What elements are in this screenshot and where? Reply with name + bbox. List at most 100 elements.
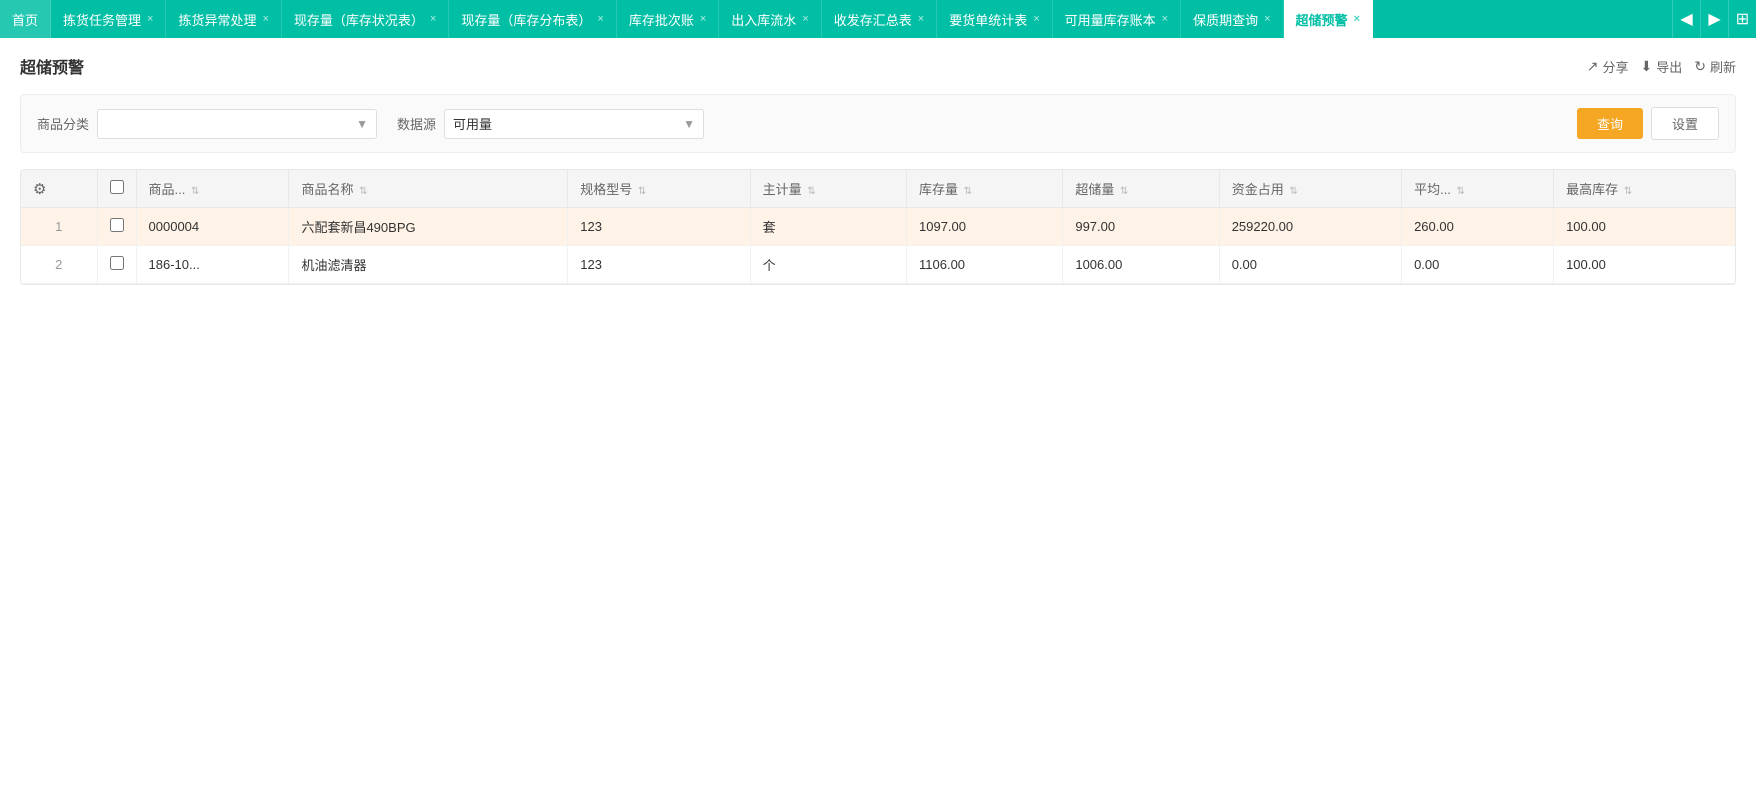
column-overstock[interactable]: 超储量 ⇅ [1063, 170, 1219, 208]
nav-home[interactable]: 首页 [0, 0, 51, 38]
close-icon[interactable]: × [700, 13, 706, 25]
page-header: 超储预警 ↗ 分享 ⬇ 导出 ↻ 刷新 [20, 54, 1736, 78]
sort-icon: ⇅ [964, 186, 972, 197]
nav-inout-flow[interactable]: 出入库流水 × [719, 0, 821, 38]
cell-overstock: 997.00 [1063, 208, 1219, 246]
data-table: ⚙ 商品... ⇅ 商品名称 ⇅ 规格型号 ⇅ [21, 170, 1735, 284]
close-icon[interactable]: × [802, 13, 808, 25]
sort-icon: ⇅ [1457, 186, 1465, 197]
nav-task-management[interactable]: 拣货任务管理 × [51, 0, 166, 38]
gear-icon[interactable]: ⚙ [33, 181, 46, 198]
close-icon[interactable]: × [597, 13, 603, 25]
nav-summary-table[interactable]: 收发存汇总表 × [822, 0, 937, 38]
datasource-filter-group: 数据源 可用量 ▼ [397, 109, 704, 139]
sort-icon: ⇅ [1289, 186, 1297, 197]
sort-icon: ⇅ [191, 186, 199, 197]
nav-arrows: ◀ ▶ ⊞ [1672, 0, 1756, 38]
cell-max-stock: 100.00 [1554, 208, 1735, 246]
column-setting[interactable]: ⚙ [21, 170, 97, 208]
cell-avg: 0.00 [1402, 246, 1554, 284]
cell-capital: 259220.00 [1219, 208, 1401, 246]
category-filter-group: 商品分类 ▼ [37, 109, 377, 139]
table-row: 2 186-10... 机油滤清器 123 个 1106.00 1006.00 … [21, 246, 1735, 284]
cell-spec: 123 [568, 246, 750, 284]
cell-unit: 套 [750, 208, 906, 246]
row-checkbox[interactable] [110, 256, 124, 270]
chevron-down-icon: ▼ [683, 117, 695, 131]
category-label: 商品分类 [37, 114, 89, 133]
filter-right-actions: 查询 设置 [1577, 107, 1719, 140]
column-spec[interactable]: 规格型号 ⇅ [568, 170, 750, 208]
nav-available-stock[interactable]: 可用量库存账本 × [1053, 0, 1181, 38]
nav-stock-status[interactable]: 现存量（库存状况表） × [282, 0, 449, 38]
close-icon[interactable]: × [1162, 13, 1168, 25]
row-checkbox[interactable] [110, 218, 124, 232]
share-icon: ↗ [1587, 58, 1599, 75]
filter-bar: 商品分类 ▼ 数据源 可用量 ▼ 查询 设置 [20, 94, 1736, 153]
export-button[interactable]: ⬇ 导出 [1641, 57, 1683, 76]
table-row: 1 0000004 六配套新昌490BPG 123 套 1097.00 997.… [21, 208, 1735, 246]
sort-icon: ⇅ [807, 186, 815, 197]
settings-button[interactable]: 设置 [1651, 107, 1719, 140]
cell-overstock: 1006.00 [1063, 246, 1219, 284]
close-icon[interactable]: × [918, 13, 924, 25]
row-number: 2 [21, 246, 97, 284]
datasource-select[interactable]: 可用量 ▼ [444, 109, 704, 139]
cell-unit: 个 [750, 246, 906, 284]
select-all-checkbox[interactable] [110, 180, 124, 194]
cell-capital: 0.00 [1219, 246, 1401, 284]
row-number: 1 [21, 208, 97, 246]
export-icon: ⬇ [1641, 58, 1653, 75]
column-stock[interactable]: 库存量 ⇅ [907, 170, 1063, 208]
datasource-value: 可用量 [453, 114, 492, 133]
row-checkbox-cell[interactable] [97, 246, 136, 284]
column-max-stock[interactable]: 最高库存 ⇅ [1554, 170, 1735, 208]
sort-icon: ⇅ [638, 186, 646, 197]
data-table-wrapper: ⚙ 商品... ⇅ 商品名称 ⇅ 规格型号 ⇅ [20, 169, 1736, 285]
nav-batch-account[interactable]: 库存批次账 × [617, 0, 719, 38]
close-icon[interactable]: × [147, 13, 153, 25]
header-actions: ↗ 分享 ⬇ 导出 ↻ 刷新 [1587, 57, 1736, 76]
sort-icon: ⇅ [1624, 186, 1632, 197]
sort-icon: ⇅ [1120, 186, 1128, 197]
nav-prev-button[interactable]: ◀ [1672, 0, 1700, 38]
datasource-label: 数据源 [397, 114, 436, 133]
share-button[interactable]: ↗ 分享 [1587, 57, 1629, 76]
close-icon[interactable]: × [430, 13, 436, 25]
column-unit[interactable]: 主计量 ⇅ [750, 170, 906, 208]
column-checkbox [97, 170, 136, 208]
nav-next-button[interactable]: ▶ [1700, 0, 1728, 38]
nav-expiry-query[interactable]: 保质期查询 × [1181, 0, 1283, 38]
nav-overstock-warning[interactable]: 超储预警 × [1284, 0, 1373, 38]
close-icon[interactable]: × [1264, 13, 1270, 25]
query-button[interactable]: 查询 [1577, 108, 1643, 139]
nav-demand-stats[interactable]: 要货单统计表 × [937, 0, 1052, 38]
cell-product-name: 六配套新昌490BPG [289, 208, 568, 246]
cell-product-code: 186-10... [136, 246, 289, 284]
column-product-code[interactable]: 商品... ⇅ [136, 170, 289, 208]
chevron-down-icon: ▼ [356, 117, 368, 131]
refresh-icon: ↻ [1694, 58, 1706, 75]
top-navigation: 首页 拣货任务管理 × 拣货异常处理 × 现存量（库存状况表） × 现存量（库存… [0, 0, 1756, 38]
refresh-button[interactable]: ↻ 刷新 [1694, 57, 1736, 76]
cell-product-code: 0000004 [136, 208, 289, 246]
cell-stock: 1097.00 [907, 208, 1063, 246]
table-header-row: ⚙ 商品... ⇅ 商品名称 ⇅ 规格型号 ⇅ [21, 170, 1735, 208]
column-product-name[interactable]: 商品名称 ⇅ [289, 170, 568, 208]
close-icon[interactable]: × [1354, 13, 1360, 25]
nav-expand-button[interactable]: ⊞ [1728, 0, 1756, 38]
cell-avg: 260.00 [1402, 208, 1554, 246]
cell-stock: 1106.00 [907, 246, 1063, 284]
category-select[interactable]: ▼ [97, 109, 377, 139]
cell-product-name: 机油滤清器 [289, 246, 568, 284]
column-capital[interactable]: 资金占用 ⇅ [1219, 170, 1401, 208]
nav-exception-processing[interactable]: 拣货异常处理 × [166, 0, 281, 38]
close-icon[interactable]: × [1033, 13, 1039, 25]
column-avg[interactable]: 平均... ⇅ [1402, 170, 1554, 208]
row-checkbox-cell[interactable] [97, 208, 136, 246]
close-icon[interactable]: × [262, 13, 268, 25]
page-title: 超储预警 [20, 54, 84, 78]
cell-max-stock: 100.00 [1554, 246, 1735, 284]
nav-stock-distribution[interactable]: 现存量（库存分布表） × [449, 0, 616, 38]
sort-icon: ⇅ [359, 186, 367, 197]
